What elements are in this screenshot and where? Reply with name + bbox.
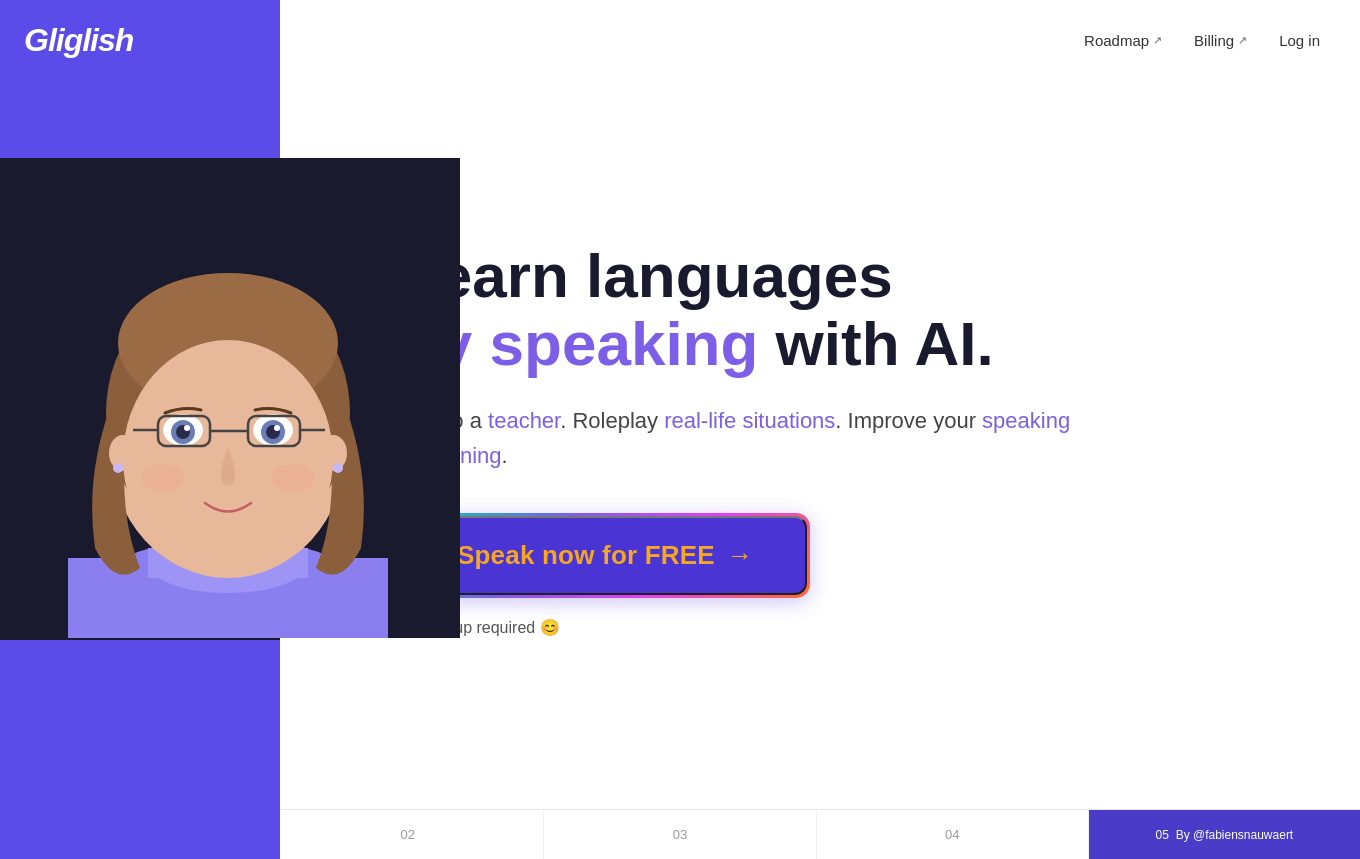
- svg-point-23: [141, 464, 185, 492]
- avatar-image: [0, 158, 460, 638]
- bottom-item-03: 03: [544, 810, 816, 860]
- cta-arrow-icon: →: [727, 540, 753, 571]
- login-link[interactable]: Log in: [1279, 32, 1320, 49]
- logo-area: Gliglish: [0, 0, 280, 80]
- header: Gliglish Roadmap ↗ Billing ↗ Log in: [0, 0, 1360, 80]
- subtext-part3: . Improve your: [835, 408, 982, 433]
- cta-button-outer: Speak now for FREE →: [400, 513, 810, 598]
- roadmap-link[interactable]: Roadmap ↗: [1084, 32, 1162, 49]
- subtext-teacher: teacher: [488, 408, 560, 433]
- subheadline: Talk to a teacher. Roleplay real-life si…: [400, 403, 1080, 473]
- cta-button[interactable]: Speak now for FREE →: [403, 516, 807, 595]
- cta-label: Speak now for FREE: [457, 540, 715, 571]
- svg-point-25: [109, 435, 137, 471]
- svg-point-24: [271, 464, 315, 492]
- no-signup-text: No signup required 😊: [400, 618, 1080, 637]
- svg-point-26: [319, 435, 347, 471]
- subtext-part2: . Roleplay: [560, 408, 664, 433]
- headline-line1: Learn languages: [400, 241, 893, 310]
- cta-wrapper: Speak now for FREE →: [400, 513, 1080, 598]
- attribution-text: By @fabiensnauwaert: [1176, 828, 1294, 842]
- subtext-situations: real-life situations: [664, 408, 835, 433]
- billing-link[interactable]: Billing ↗: [1194, 32, 1247, 49]
- roadmap-label: Roadmap: [1084, 32, 1149, 49]
- billing-label: Billing: [1194, 32, 1234, 49]
- bottom-item-04: 04: [817, 810, 1089, 860]
- svg-point-27: [113, 463, 123, 473]
- logo-text[interactable]: Gliglish: [24, 22, 133, 59]
- avatar-svg: [0, 158, 460, 638]
- svg-point-13: [184, 425, 190, 431]
- hero-text: Learn languages by speaking with AI. Tal…: [400, 242, 1080, 637]
- subtext-part4: .: [502, 443, 508, 468]
- bottom-item-02: 02: [272, 810, 544, 860]
- svg-point-17: [274, 425, 280, 431]
- bottom-item-05-attribution: 05 By @fabiensnauwaert: [1089, 810, 1360, 860]
- svg-point-28: [333, 463, 343, 473]
- avatar-container: [0, 158, 460, 638]
- left-panel-bottom: [0, 640, 280, 859]
- headline-with-ai: with AI.: [758, 309, 993, 378]
- bottom-item-05-num: 05: [1156, 828, 1169, 842]
- billing-external-icon: ↗: [1238, 34, 1247, 47]
- roadmap-external-icon: ↗: [1153, 34, 1162, 47]
- nav-links: Roadmap ↗ Billing ↗ Log in: [1084, 32, 1360, 49]
- headline: Learn languages by speaking with AI.: [400, 242, 1080, 378]
